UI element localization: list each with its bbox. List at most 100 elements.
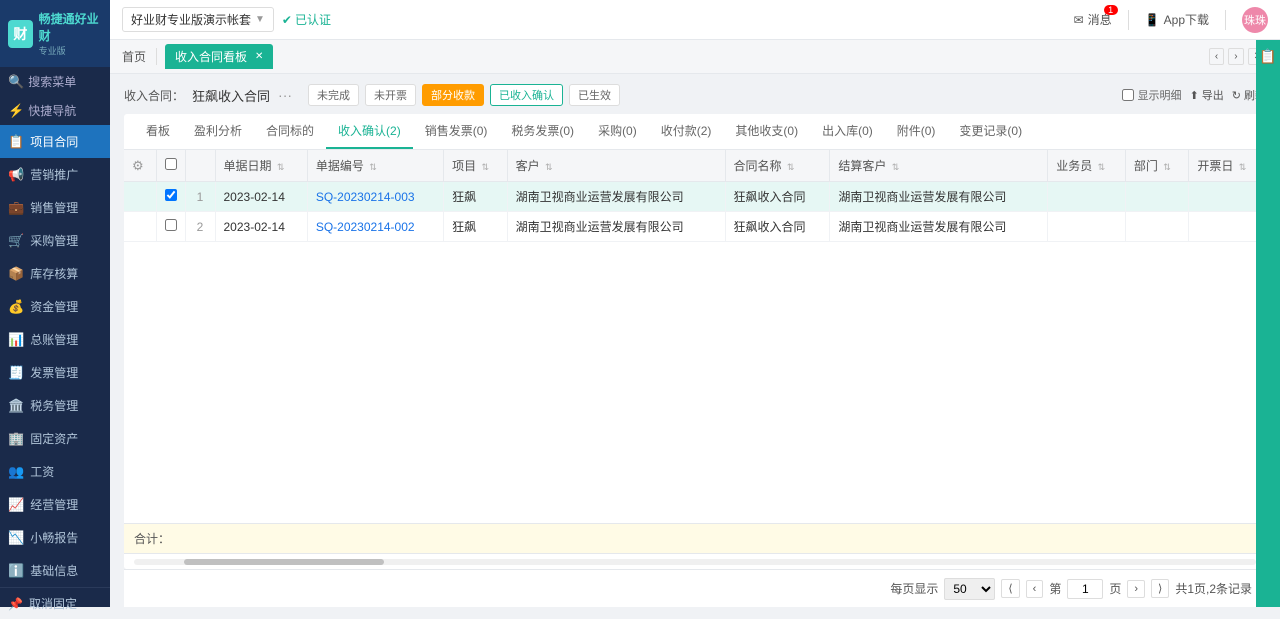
sidebar-item-tax[interactable]: 🏛️ 税务管理 bbox=[0, 389, 110, 422]
sidebar-item-operation[interactable]: 📈 经营管理 bbox=[0, 488, 110, 521]
show-detail-checkbox[interactable]: 显示明细 bbox=[1122, 87, 1182, 103]
row2-customer: 湖南卫视商业运营发展有限公司 bbox=[507, 212, 725, 242]
sidebar-item-capital[interactable]: 💰 资金管理 bbox=[0, 290, 110, 323]
operation-icon: 📈 bbox=[8, 497, 24, 513]
scroll-thumb[interactable] bbox=[184, 559, 384, 565]
row1-num: 1 bbox=[185, 182, 215, 212]
prev-page-button[interactable]: ‹ bbox=[1026, 580, 1044, 598]
purchase-icon: 🛒 bbox=[8, 233, 24, 249]
sidebar-item-hr[interactable]: 👥 工资 bbox=[0, 455, 110, 488]
cancel-fixed-item[interactable]: 📌 取消固定 bbox=[0, 588, 110, 619]
tab-next-button[interactable]: › bbox=[1228, 48, 1243, 65]
tab-sales-invoice[interactable]: 销售发票(0) bbox=[413, 114, 500, 149]
app-download-button[interactable]: 📱 App下载 bbox=[1145, 11, 1209, 28]
message-button[interactable]: ✉ 消息 1 bbox=[1074, 11, 1112, 28]
sidebar-item-fixed-assets[interactable]: 🏢 固定资产 bbox=[0, 422, 110, 455]
tab-contract-std[interactable]: 合同标的 bbox=[254, 114, 326, 149]
tab-purchase[interactable]: 采购(0) bbox=[586, 114, 649, 149]
sidebar-item-sales[interactable]: 💼 销售管理 bbox=[0, 191, 110, 224]
tab-other-income[interactable]: 其他收支(0) bbox=[723, 114, 810, 149]
col-customer-header[interactable]: 客户 ⇅ bbox=[507, 150, 725, 182]
table-row[interactable]: 2 2023-02-14 SQ-20230214-002 狂飙 湖南卫视商业运营… bbox=[124, 212, 1266, 242]
invoice-icon: 🧾 bbox=[8, 365, 24, 381]
status-effective[interactable]: 已生效 bbox=[569, 84, 620, 106]
col-contract-name-header[interactable]: 合同名称 ⇅ bbox=[725, 150, 830, 182]
row2-check[interactable] bbox=[156, 212, 185, 242]
sidebar-item-project-contract[interactable]: 📋 项目合同 bbox=[0, 125, 110, 158]
sidebar-item-marketing[interactable]: 📢 营销推广 bbox=[0, 158, 110, 191]
status-partial-collected[interactable]: 部分收款 bbox=[422, 84, 484, 106]
contract-title: 狂飙收入合同 bbox=[192, 86, 270, 105]
total-info: 共1页,2条记录 bbox=[1175, 580, 1252, 597]
row2-date: 2023-02-14 bbox=[215, 212, 307, 242]
tab-kanban[interactable]: 看板 bbox=[134, 114, 182, 149]
col-code-header[interactable]: 单据编号 ⇅ bbox=[307, 150, 443, 182]
home-tab[interactable]: 首页 bbox=[122, 48, 157, 65]
basic-info-icon: ℹ️ bbox=[8, 563, 24, 579]
tab-tax-invoice[interactable]: 税务发票(0) bbox=[499, 114, 586, 149]
row2-salesman bbox=[1048, 212, 1126, 242]
col-open-date-header[interactable]: 开票日 ⇅ bbox=[1189, 150, 1266, 182]
message-icon: ✉ bbox=[1074, 13, 1084, 27]
per-page-select[interactable]: 50 10 20 100 bbox=[944, 578, 995, 600]
col-settings-header: ⚙ bbox=[124, 150, 156, 182]
tab-payment[interactable]: 收付款(2) bbox=[649, 114, 724, 149]
next-page-button[interactable]: › bbox=[1127, 580, 1145, 598]
active-tab[interactable]: 收入合同看板 ✕ bbox=[165, 44, 273, 69]
contract-more-button[interactable]: ··· bbox=[278, 87, 292, 103]
user-avatar-button[interactable]: 珠珠 bbox=[1242, 7, 1268, 33]
search-icon: 🔍 bbox=[8, 74, 24, 90]
page-unit: 页 bbox=[1109, 580, 1121, 597]
settings-icon[interactable]: ⚙ bbox=[132, 158, 144, 173]
status-not-complete[interactable]: 未完成 bbox=[308, 84, 359, 106]
export-button[interactable]: ⬆ 导出 bbox=[1190, 87, 1224, 103]
tabbar: 首页 收入合同看板 ✕ ‹ › ✕ bbox=[110, 40, 1280, 74]
search-menu-item[interactable]: 🔍 搜索菜单 bbox=[0, 67, 110, 96]
status-confirmed[interactable]: 已收入确认 bbox=[490, 84, 563, 106]
col-salesman-header[interactable]: 业务员 ⇅ bbox=[1048, 150, 1126, 182]
tab-change-record[interactable]: 变更记录(0) bbox=[947, 114, 1034, 149]
report-icon: 📉 bbox=[8, 530, 24, 546]
scroll-area[interactable] bbox=[124, 553, 1266, 569]
col-dept-header[interactable]: 部门 ⇅ bbox=[1125, 150, 1188, 182]
tab-prev-button[interactable]: ‹ bbox=[1209, 48, 1224, 65]
sidebar-item-basic-info[interactable]: ℹ️ 基础信息 bbox=[0, 554, 110, 587]
quick-nav-item[interactable]: ⚡ 快捷导航 bbox=[0, 96, 110, 125]
row1-code[interactable]: SQ-20230214-003 bbox=[307, 182, 443, 212]
status-not-invoiced[interactable]: 未开票 bbox=[365, 84, 416, 106]
sidebar-item-report[interactable]: 📉 小畅报告 bbox=[0, 521, 110, 554]
right-panel-icon[interactable]: 📋 bbox=[1255, 44, 1280, 69]
tab-attachment[interactable]: 附件(0) bbox=[885, 114, 948, 149]
company-selector[interactable]: 好业财专业版演示帐套 ▼ bbox=[122, 7, 274, 32]
tab-profit[interactable]: 盈利分析 bbox=[182, 114, 254, 149]
row1-settle-customer: 湖南卫视商业运营发展有限公司 bbox=[830, 182, 1048, 212]
last-page-button[interactable]: ⟩ bbox=[1151, 579, 1169, 598]
tab-close-button[interactable]: ✕ bbox=[255, 51, 263, 62]
col-settle-customer-header[interactable]: 结算客户 ⇅ bbox=[830, 150, 1048, 182]
data-table: ⚙ 单据日期 ⇅ 单据编号 bbox=[124, 150, 1266, 242]
tab-out-warehouse[interactable]: 出入库(0) bbox=[810, 114, 885, 149]
sidebar-item-invoice[interactable]: 🧾 发票管理 bbox=[0, 356, 110, 389]
tab-income-confirm[interactable]: 收入确认(2) bbox=[326, 114, 413, 149]
select-all-checkbox[interactable] bbox=[165, 158, 177, 170]
summary-icon: 📊 bbox=[8, 332, 24, 348]
contract-name-sort-icon: ⇅ bbox=[787, 162, 795, 172]
row1-check[interactable] bbox=[156, 182, 185, 212]
show-detail-input[interactable] bbox=[1122, 89, 1134, 101]
company-arrow-icon: ▼ bbox=[255, 14, 265, 25]
first-page-button[interactable]: ⟨ bbox=[1001, 579, 1019, 598]
row2-code[interactable]: SQ-20230214-002 bbox=[307, 212, 443, 242]
table-row[interactable]: 1 2023-02-14 SQ-20230214-003 狂飙 湖南卫视商业运营… bbox=[124, 182, 1266, 212]
pin-icon: 📌 bbox=[8, 597, 23, 611]
topbar-right: ✉ 消息 1 📱 App下载 珠珠 bbox=[1074, 7, 1268, 33]
row2-dept bbox=[1125, 212, 1188, 242]
sidebar-item-inventory[interactable]: 📦 库存核算 bbox=[0, 257, 110, 290]
page-number-input[interactable] bbox=[1067, 579, 1103, 599]
sidebar-item-purchase[interactable]: 🛒 采购管理 bbox=[0, 224, 110, 257]
col-project-header[interactable]: 项目 ⇅ bbox=[444, 150, 507, 182]
contract-label: 收入合同： bbox=[124, 87, 184, 104]
col-date-header[interactable]: 单据日期 ⇅ bbox=[215, 150, 307, 182]
hr-icon: 👥 bbox=[8, 464, 24, 480]
col-check-header bbox=[156, 150, 185, 182]
sidebar-item-summary[interactable]: 📊 总账管理 bbox=[0, 323, 110, 356]
